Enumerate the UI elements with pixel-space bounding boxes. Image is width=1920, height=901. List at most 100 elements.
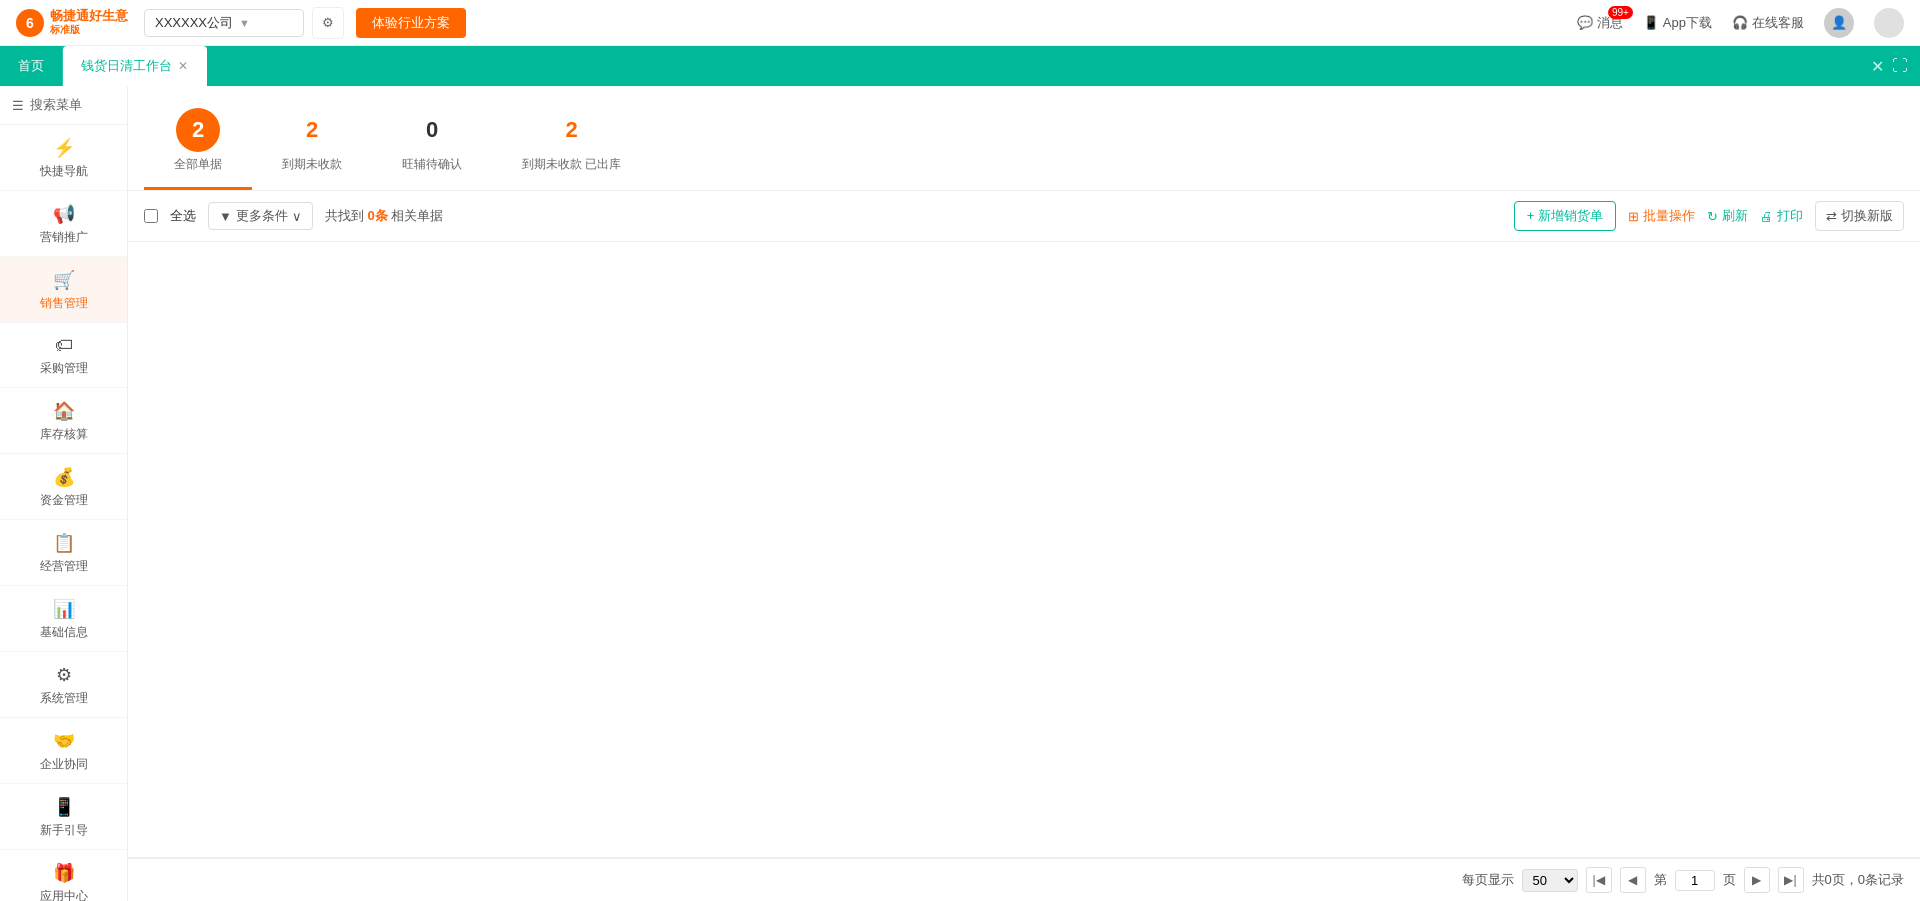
sidebar-item-quick-nav[interactable]: ⚡ 快捷导航 bbox=[0, 125, 127, 191]
refresh-button[interactable]: ↻ 刷新 bbox=[1707, 207, 1748, 225]
print-button[interactable]: 🖨 打印 bbox=[1760, 207, 1803, 225]
messages-button[interactable]: 💬 消息 99+ bbox=[1577, 14, 1623, 32]
sidebar-item-operations[interactable]: 📋 经营管理 bbox=[0, 520, 127, 586]
lightning-icon: ⚡ bbox=[53, 137, 75, 159]
stat-shipped-num: 2 bbox=[550, 108, 594, 152]
refresh-icon: ↻ bbox=[1707, 209, 1718, 224]
select-all-checkbox[interactable] bbox=[144, 209, 158, 223]
per-page-select[interactable]: 50 100 200 bbox=[1522, 869, 1578, 892]
stat-overdue[interactable]: 2 到期未收款 bbox=[252, 98, 372, 190]
online-service-label: 在线客服 bbox=[1752, 14, 1804, 32]
filter-button[interactable]: ▼ 更多条件 ∨ bbox=[208, 202, 313, 230]
new-sale-button[interactable]: + 新增销货单 bbox=[1514, 201, 1616, 231]
tab-workbench[interactable]: 钱货日清工作台 ✕ bbox=[63, 46, 207, 86]
trial-button[interactable]: 体验行业方案 bbox=[356, 8, 466, 38]
stats-bar: 2 全部单据 2 到期未收款 0 旺辅待确认 2 到期未收款 已出库 bbox=[128, 86, 1920, 191]
stat-all[interactable]: 2 全部单据 bbox=[144, 98, 252, 190]
guide-icon: 📱 bbox=[53, 796, 75, 818]
sidebar-label-finance: 资金管理 bbox=[40, 492, 88, 509]
sidebar-label-cooperation: 企业协同 bbox=[40, 756, 88, 773]
sales-icon: 🛒 bbox=[53, 269, 75, 291]
avatar-extra[interactable] bbox=[1874, 8, 1904, 38]
cooperation-icon: 🤝 bbox=[53, 730, 75, 752]
page-input[interactable]: 1 bbox=[1675, 870, 1715, 891]
refresh-label: 刷新 bbox=[1722, 207, 1748, 225]
toolbar-right: + 新增销货单 ⊞ 批量操作 ↻ 刷新 🖨 打印 ⇄ 切换新版 bbox=[1514, 201, 1904, 231]
tab-close-icon[interactable]: ✕ bbox=[178, 59, 188, 73]
tab-home[interactable]: 首页 bbox=[0, 46, 63, 86]
brand-icon: 6 bbox=[16, 9, 44, 37]
online-service-button[interactable]: 🎧 在线客服 bbox=[1732, 14, 1804, 32]
chevron-down-icon: ▼ bbox=[239, 17, 250, 29]
sidebar-item-sales[interactable]: 🛒 销售管理 bbox=[0, 257, 127, 323]
settings-button[interactable]: ⚙ bbox=[312, 7, 344, 39]
sidebar-item-inventory[interactable]: 🏠 库存核算 bbox=[0, 388, 127, 454]
sidebar-item-marketing[interactable]: 📢 营销推广 bbox=[0, 191, 127, 257]
sidebar-item-finance[interactable]: 💰 资金管理 bbox=[0, 454, 127, 520]
sidebar-item-app-center[interactable]: 🎁 应用中心 bbox=[0, 850, 127, 901]
avatar[interactable]: 👤 bbox=[1824, 8, 1854, 38]
tab-minimize-icon[interactable]: ✕ bbox=[1871, 57, 1884, 76]
switch-icon: ⇄ bbox=[1826, 209, 1837, 224]
stat-shipped[interactable]: 2 到期未收款 已出库 bbox=[492, 98, 651, 190]
top-header: 6 畅捷通好生意 标准版 XXXXXX公司 ▼ ⚙ 体验行业方案 💬 消息 99… bbox=[0, 0, 1920, 46]
brand-logo: 6 畅捷通好生意 标准版 bbox=[16, 8, 144, 38]
sidebar-item-guide[interactable]: 📱 新手引导 bbox=[0, 784, 127, 850]
marketing-icon: 📢 bbox=[53, 203, 75, 225]
header-right: 💬 消息 99+ 📱 App下载 🎧 在线客服 👤 bbox=[1577, 8, 1904, 38]
download-icon: 📱 bbox=[1643, 15, 1659, 30]
batch-icon: ⊞ bbox=[1628, 209, 1639, 224]
print-icon: 🖨 bbox=[1760, 209, 1773, 224]
select-all-label: 全选 bbox=[170, 207, 196, 225]
tab-workbench-label: 钱货日清工作台 bbox=[81, 57, 172, 75]
sidebar-item-cooperation[interactable]: 🤝 企业协同 bbox=[0, 718, 127, 784]
search-menu-button[interactable]: ☰ 搜索菜单 bbox=[0, 86, 127, 125]
chevron-icon: ∨ bbox=[292, 209, 302, 224]
sidebar-item-basic-info[interactable]: 📊 基础信息 bbox=[0, 586, 127, 652]
messages-badge: 99+ bbox=[1608, 6, 1633, 19]
stat-overdue-label: 到期未收款 bbox=[282, 156, 342, 173]
sidebar-item-system[interactable]: ⚙ 系统管理 bbox=[0, 652, 127, 718]
batch-operation-button[interactable]: ⊞ 批量操作 bbox=[1628, 207, 1695, 225]
stat-overdue-num: 2 bbox=[290, 108, 334, 152]
prev-page-button[interactable]: ◀ bbox=[1620, 867, 1646, 893]
toolbar-left: 全选 ▼ 更多条件 ∨ 共找到 0条 相关单据 bbox=[144, 202, 443, 230]
tab-bar: 首页 钱货日清工作台 ✕ ✕ ⛶ bbox=[0, 46, 1920, 86]
search-menu-label: 搜索菜单 bbox=[30, 96, 82, 114]
system-icon: ⚙ bbox=[56, 664, 72, 686]
pagination-bar: 每页显示 50 100 200 |◀ ◀ 第 1 页 ▶ ▶| 共0页，0条记录 bbox=[128, 858, 1920, 901]
last-page-button[interactable]: ▶| bbox=[1778, 867, 1804, 893]
message-icon: 💬 bbox=[1577, 15, 1593, 30]
sidebar-item-purchase[interactable]: 🏷 采购管理 bbox=[0, 323, 127, 388]
sidebar-label-marketing: 营销推广 bbox=[40, 229, 88, 246]
sidebar-label-operations: 经营管理 bbox=[40, 558, 88, 575]
tab-bar-actions: ✕ ⛶ bbox=[1871, 57, 1920, 76]
stat-pending-num: 0 bbox=[410, 108, 454, 152]
main-layout: ☰ 搜索菜单 ⚡ 快捷导航 📢 营销推广 🛒 销售管理 🏷 采购管理 🏠 库存核… bbox=[0, 86, 1920, 901]
operations-icon: 📋 bbox=[53, 532, 75, 554]
toolbar: 全选 ▼ 更多条件 ∨ 共找到 0条 相关单据 + 新增销货单 ⊞ 批量操作 bbox=[128, 191, 1920, 242]
sidebar-label-basic-info: 基础信息 bbox=[40, 624, 88, 641]
inventory-icon: 🏠 bbox=[53, 400, 75, 422]
basic-info-icon: 📊 bbox=[53, 598, 75, 620]
gear-icon: ⚙ bbox=[322, 15, 334, 30]
tab-home-label: 首页 bbox=[18, 57, 44, 75]
main-content: 2 全部单据 2 到期未收款 0 旺辅待确认 2 到期未收款 已出库 全选 bbox=[128, 86, 1920, 901]
filter-label: 更多条件 bbox=[236, 207, 288, 225]
app-center-icon: 🎁 bbox=[53, 862, 75, 884]
switch-version-button[interactable]: ⇄ 切换新版 bbox=[1815, 201, 1904, 231]
page-label: 第 bbox=[1654, 871, 1667, 889]
switch-label: 切换新版 bbox=[1841, 207, 1893, 225]
company-selector[interactable]: XXXXXX公司 ▼ bbox=[144, 9, 304, 37]
purchase-icon: 🏷 bbox=[55, 335, 73, 356]
stat-pending-label: 旺辅待确认 bbox=[402, 156, 462, 173]
sidebar-label-system: 系统管理 bbox=[40, 690, 88, 707]
found-count: 0条 bbox=[368, 208, 388, 223]
finance-icon: 💰 bbox=[53, 466, 75, 488]
stat-pending[interactable]: 0 旺辅待确认 bbox=[372, 98, 492, 190]
sidebar-label-app-center: 应用中心 bbox=[40, 888, 88, 901]
tab-maximize-icon[interactable]: ⛶ bbox=[1892, 57, 1908, 75]
next-page-button[interactable]: ▶ bbox=[1744, 867, 1770, 893]
app-download-button[interactable]: 📱 App下载 bbox=[1643, 14, 1712, 32]
first-page-button[interactable]: |◀ bbox=[1586, 867, 1612, 893]
